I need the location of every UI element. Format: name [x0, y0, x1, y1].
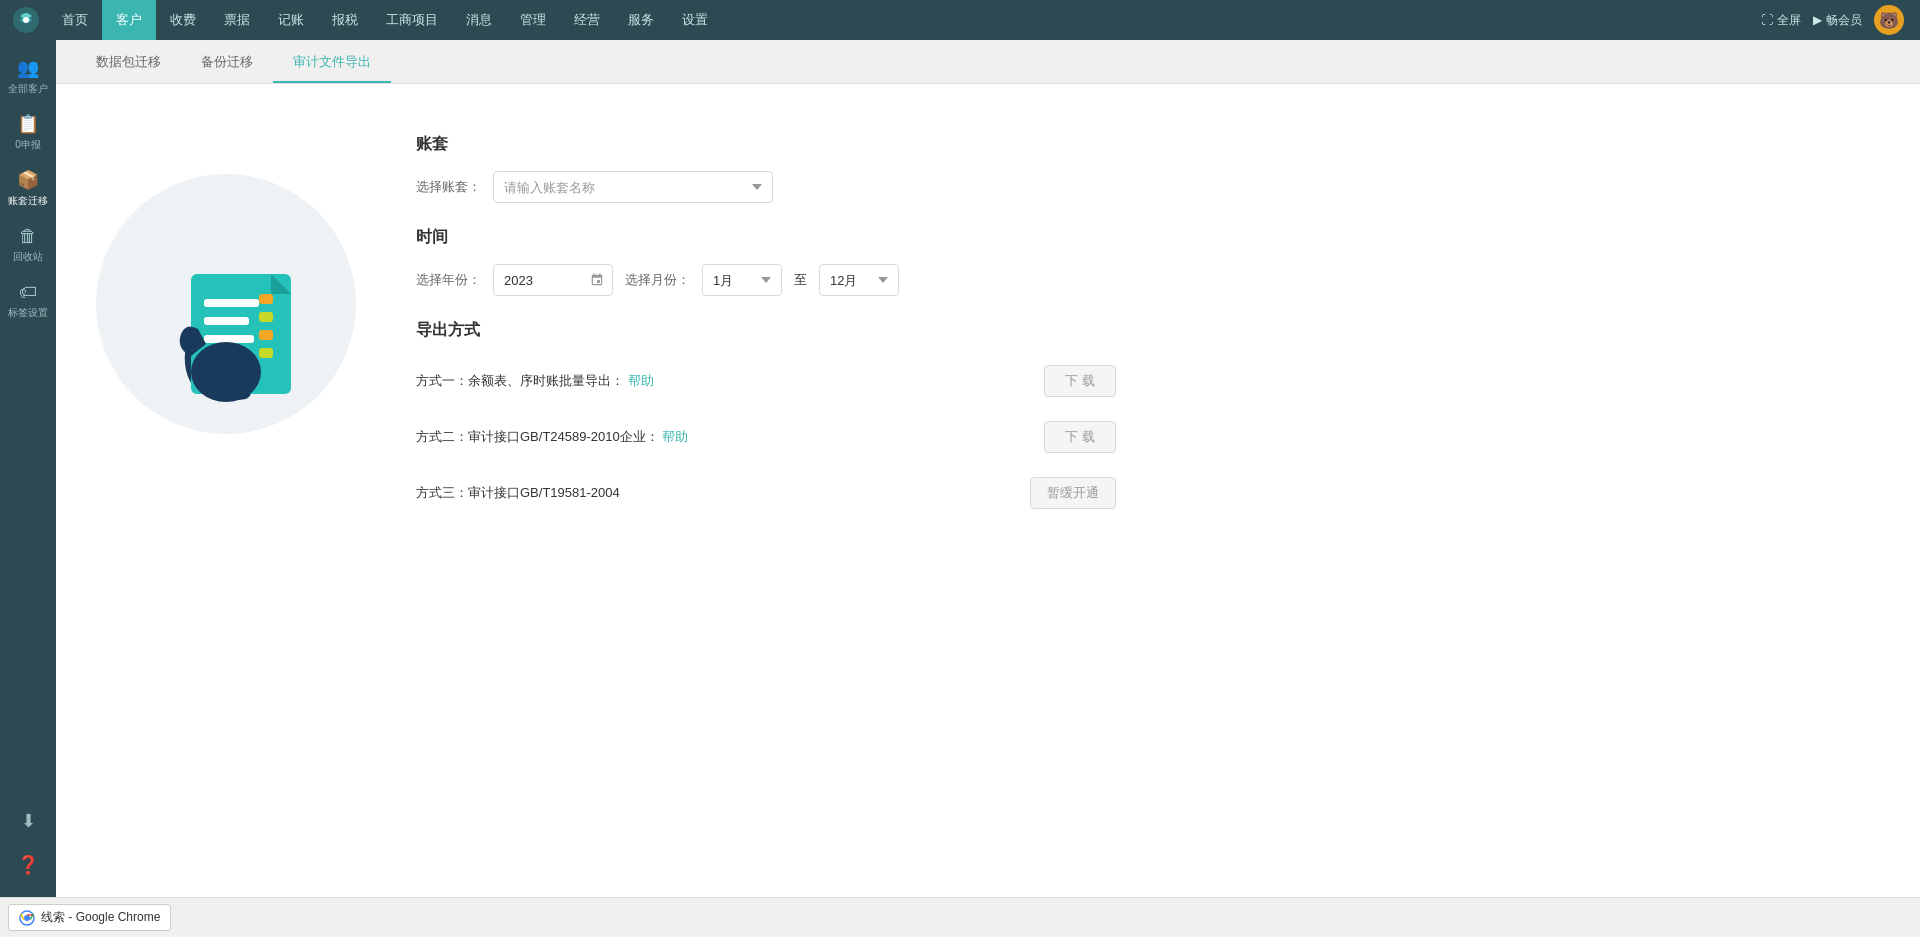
sidebar-label-migration: 账套迁移	[8, 195, 48, 207]
method-2-text: 方式二：审计接口GB/T24589-2010企业：	[416, 429, 659, 444]
export-section-title: 导出方式	[416, 320, 1116, 341]
sidebar-item-recycle[interactable]: 🗑 回收站	[0, 216, 56, 272]
time-separator: 至	[794, 271, 807, 289]
method-1-help-link[interactable]: 帮助	[628, 373, 654, 388]
top-nav-right: ⛶ 全屏 ▶ 畅会员 🐻	[1761, 5, 1920, 35]
nav-invoice[interactable]: 票据	[210, 0, 264, 40]
sidebar-item-zero-declare[interactable]: 📋 0申报	[0, 104, 56, 160]
year-label: 选择年份：	[416, 271, 481, 289]
content-area: 数据包迁移 备份迁移 审计文件导出	[56, 40, 1920, 897]
nav-operation[interactable]: 经营	[560, 0, 614, 40]
export-section: 方式一：余额表、序时账批量导出： 帮助 下 载 方式二：审计接口GB/T2458…	[416, 365, 1116, 509]
time-section-title: 时间	[416, 227, 1116, 248]
taskbar-chrome-label: 线索 - Google Chrome	[41, 909, 160, 926]
nav-business[interactable]: 工商项目	[372, 0, 452, 40]
account-section-title: 账套	[416, 134, 1116, 155]
fullscreen-icon: ⛶	[1761, 13, 1773, 27]
method-1-text: 方式一：余额表、序时账批量导出：	[416, 373, 624, 388]
recycle-icon: 🗑	[19, 226, 37, 247]
nav-service[interactable]: 服务	[614, 0, 668, 40]
left-sidebar: 👥 全部客户 📋 0申报 📦 账套迁移 🗑 回收站 🏷 标签设置 ⬇ ❓	[0, 40, 56, 897]
nav-items: 首页 客户 收费 票据 记账 报税 工商项目 消息 管理 经营 服务 设置	[48, 0, 1761, 40]
month-to-select[interactable]: 1月2月3月 4月5月6月 7月8月9月 10月11月12月	[819, 264, 899, 296]
svg-rect-5	[204, 317, 249, 325]
account-row: 选择账套： 请输入账套名称	[416, 171, 1116, 203]
sidebar-item-tag-settings[interactable]: 🏷 标签设置	[0, 272, 56, 328]
sidebar-label-recycle: 回收站	[13, 251, 43, 263]
sidebar-bottom-download[interactable]: ⬇	[8, 801, 48, 841]
nav-bookkeeping[interactable]: 记账	[264, 0, 318, 40]
tab-backup-migration[interactable]: 备份迁移	[181, 43, 273, 83]
nav-manage[interactable]: 管理	[506, 0, 560, 40]
customers-icon: 👥	[17, 57, 39, 79]
time-row: 选择年份： 选择月份： 1月2月3月 4月5月6月 7月8月9月 10月11月1…	[416, 264, 1116, 296]
taskbar: 线索 - Google Chrome	[0, 897, 1920, 937]
method-2-help-link[interactable]: 帮助	[662, 429, 688, 444]
sidebar-label-tags: 标签设置	[8, 307, 48, 319]
nav-tax[interactable]: 报税	[318, 0, 372, 40]
tabs-bar: 数据包迁移 备份迁移 审计文件导出	[56, 40, 1920, 84]
illustration-circle	[96, 174, 356, 434]
month-label: 选择月份：	[625, 271, 690, 289]
logo[interactable]	[8, 2, 44, 38]
sidebar-item-all-customers[interactable]: 👥 全部客户	[0, 48, 56, 104]
svg-point-1	[23, 17, 29, 23]
account-select[interactable]: 请输入账套名称	[493, 171, 773, 203]
avatar[interactable]: 🐻	[1874, 5, 1904, 35]
sidebar-label-declare: 0申报	[15, 139, 41, 151]
fullscreen-button[interactable]: ⛶ 全屏	[1761, 12, 1801, 29]
svg-rect-4	[204, 299, 259, 307]
nav-settings[interactable]: 设置	[668, 0, 722, 40]
svg-rect-10	[259, 330, 273, 340]
sidebar-bottom-help[interactable]: ❓	[8, 845, 48, 885]
fullscreen-label: 全屏	[1777, 12, 1801, 29]
svg-rect-8	[259, 294, 273, 304]
method-3-label: 方式三：审计接口GB/T19581-2004	[416, 484, 1014, 502]
nav-customer[interactable]: 客户	[102, 0, 156, 40]
nav-message[interactable]: 消息	[452, 0, 506, 40]
svg-rect-11	[259, 348, 273, 358]
method-1-download-button[interactable]: 下 载	[1044, 365, 1116, 397]
tab-audit-export[interactable]: 审计文件导出	[273, 43, 391, 83]
svg-point-14	[24, 915, 30, 921]
declare-icon: 📋	[17, 113, 39, 135]
sidebar-bottom: ⬇ ❓	[8, 801, 48, 897]
sidebar-label-customers: 全部客户	[8, 83, 48, 95]
main-layout: 👥 全部客户 📋 0申报 📦 账套迁移 🗑 回收站 🏷 标签设置 ⬇ ❓ 数据包…	[0, 40, 1920, 897]
sidebar-item-account-migration[interactable]: 📦 账套迁移	[0, 160, 56, 216]
month-from-select[interactable]: 1月2月3月 4月5月6月 7月8月9月 10月11月12月	[702, 264, 782, 296]
form-area: 账套 选择账套： 请输入账套名称 时间 选择年份： 选择月份： 1月2月3月 4…	[416, 114, 1116, 867]
video-icon: ▶	[1813, 13, 1822, 27]
svg-rect-6	[204, 335, 254, 343]
account-label: 选择账套：	[416, 178, 481, 196]
method-2-label: 方式二：审计接口GB/T24589-2010企业： 帮助	[416, 428, 1028, 446]
svg-point-12	[191, 342, 261, 402]
export-method-3: 方式三：审计接口GB/T19581-2004 暂缓开通	[416, 477, 1116, 509]
top-navigation: 首页 客户 收费 票据 记账 报税 工商项目 消息 管理 经营 服务 设置 ⛶ …	[0, 0, 1920, 40]
member-label: 畅会员	[1826, 12, 1862, 29]
method-3-text: 方式三：审计接口GB/T19581-2004	[416, 485, 620, 500]
export-method-2: 方式二：审计接口GB/T24589-2010企业： 帮助 下 载	[416, 421, 1116, 453]
tab-data-migration[interactable]: 数据包迁移	[76, 43, 181, 83]
migration-icon: 📦	[17, 169, 39, 191]
year-input[interactable]	[493, 264, 613, 296]
nav-home[interactable]: 首页	[48, 0, 102, 40]
taskbar-chrome-item[interactable]: 线索 - Google Chrome	[8, 904, 171, 931]
nav-fee[interactable]: 收费	[156, 0, 210, 40]
export-method-1: 方式一：余额表、序时账批量导出： 帮助 下 载	[416, 365, 1116, 397]
illustration-area	[96, 114, 356, 867]
method-1-label: 方式一：余额表、序时账批量导出： 帮助	[416, 372, 1028, 390]
method-2-download-button[interactable]: 下 载	[1044, 421, 1116, 453]
chrome-icon	[19, 910, 35, 926]
svg-rect-9	[259, 312, 273, 322]
page-content: 账套 选择账套： 请输入账套名称 时间 选择年份： 选择月份： 1月2月3月 4…	[56, 84, 1920, 897]
method-3-open-button[interactable]: 暂缓开通	[1030, 477, 1116, 509]
tag-icon: 🏷	[19, 282, 37, 303]
member-button[interactable]: ▶ 畅会员	[1813, 12, 1862, 29]
